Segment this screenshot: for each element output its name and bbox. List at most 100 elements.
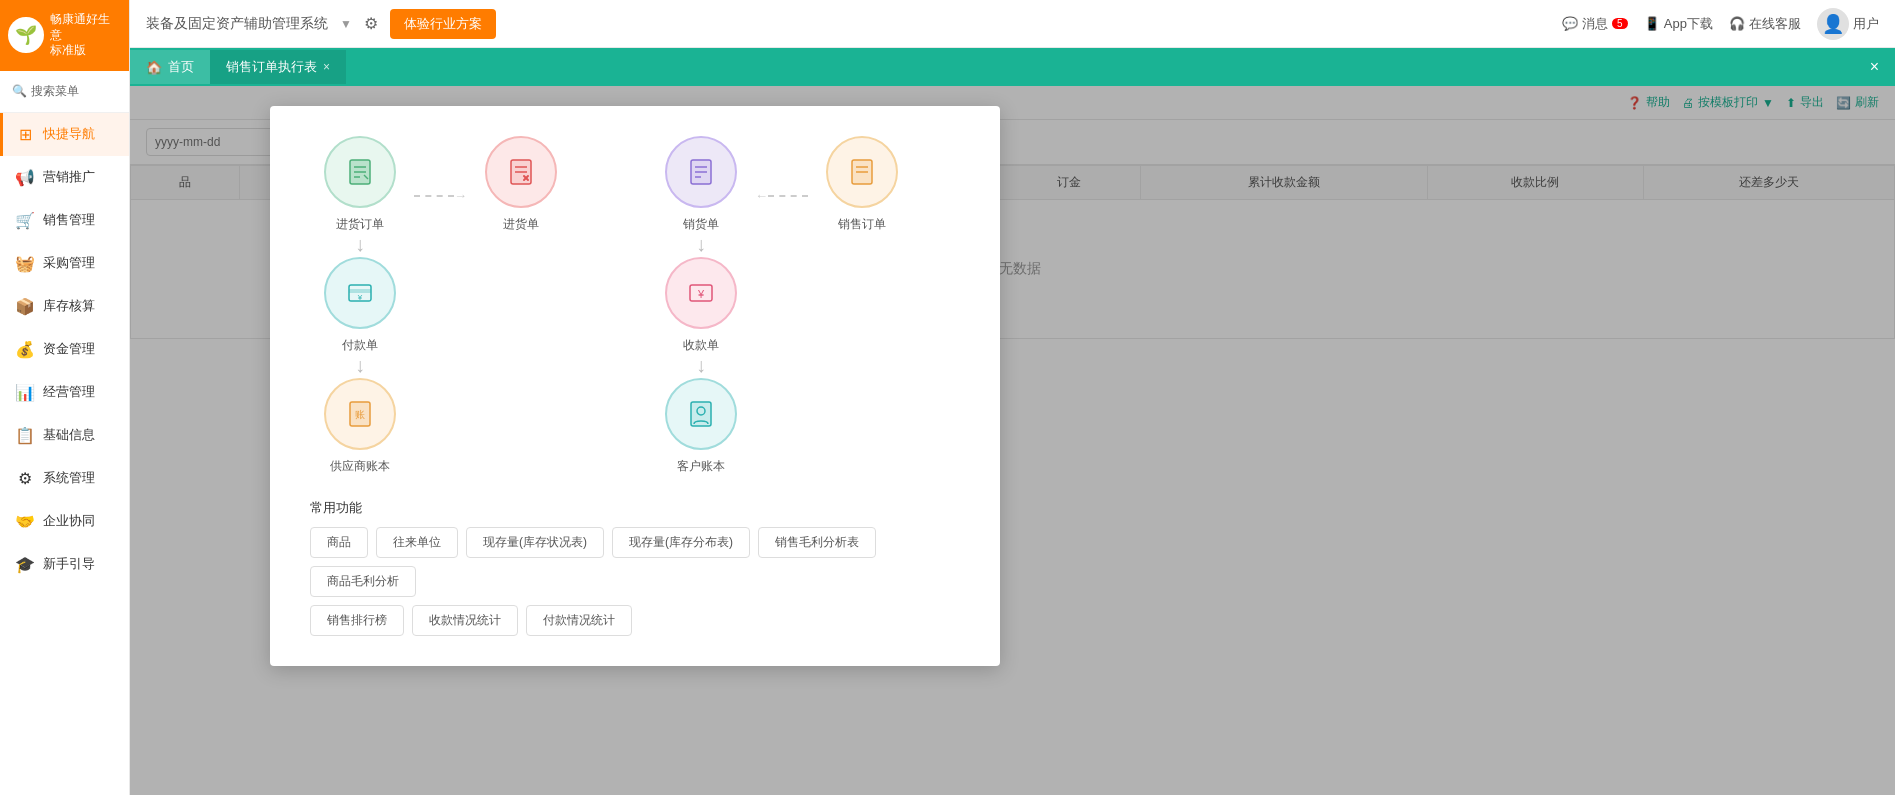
sidebar-item-purchase[interactable]: 🧺 采购管理: [0, 242, 129, 285]
mobile-icon: 📱: [1644, 16, 1660, 31]
sidebar-search[interactable]: 🔍 搜索菜单: [0, 71, 129, 113]
common-btn-sales-rank[interactable]: 销售排行榜: [310, 605, 404, 636]
sidebar-item-operations[interactable]: 📊 经营管理: [0, 371, 129, 414]
common-btn-product-profit[interactable]: 商品毛利分析: [310, 566, 416, 597]
purchase-icon: 🧺: [15, 254, 35, 273]
sidebar-item-quick-nav[interactable]: ⊞ 快捷导航: [0, 113, 129, 156]
svg-text:账: 账: [355, 409, 365, 420]
system-name: 装备及固定资产辅助管理系统: [146, 15, 328, 33]
left-flow: 进货订单 ↓: [310, 136, 410, 475]
guide-icon: 🎓: [15, 555, 35, 574]
receipt-icon: ¥: [685, 277, 717, 309]
message-icon: 💬: [1562, 16, 1578, 31]
search-icon: 🔍: [12, 84, 27, 98]
right-flow: 销售订单: [812, 136, 912, 233]
sidebar-item-enterprise[interactable]: 🤝 企业协同: [0, 500, 129, 543]
settings-icon[interactable]: ⚙: [364, 14, 378, 33]
search-menu-button[interactable]: 🔍 搜索菜单: [8, 79, 121, 104]
system-icon: ⚙: [15, 469, 35, 488]
online-service-item[interactable]: 🎧 在线客服: [1729, 15, 1801, 33]
common-btn-partner[interactable]: 往来单位: [376, 527, 458, 558]
common-btn-stock-status[interactable]: 现存量(库存状况表): [466, 527, 604, 558]
common-title: 常用功能: [310, 499, 960, 517]
supplier-label: 供应商账本: [330, 458, 390, 475]
home-icon: 🏠: [146, 60, 162, 75]
common-btn-product[interactable]: 商品: [310, 527, 368, 558]
modal-content: 进货订单 ↓: [270, 106, 1000, 666]
tab-sales-order[interactable]: 销售订单执行表 ×: [210, 50, 346, 84]
tab-close-icon[interactable]: ×: [323, 60, 330, 74]
page-area: ❓ 帮助 🖨 按模板打印 ▼ ⬆ 导出 🔄 刷新: [130, 86, 1895, 795]
sale-order-node[interactable]: 销售订单: [812, 136, 912, 233]
sidebar-nav: ⊞ 快捷导航 📢 营销推广 🛒 销售管理 🧺 采购管理 📦 库存核算 💰: [0, 113, 129, 795]
inventory-icon: 📦: [15, 297, 35, 316]
supplier-icon: 账: [344, 398, 376, 430]
customer-account-node[interactable]: 客户账本: [651, 378, 751, 475]
sidebar: 🌱 畅康通好生意 标准版 🔍 搜索菜单 ⊞ 快捷导航 📢 营销推广 🛒: [0, 0, 130, 795]
sale-order-label: 销售订单: [838, 216, 886, 233]
sidebar-item-finance[interactable]: 💰 资金管理: [0, 328, 129, 371]
finance-icon: 💰: [15, 340, 35, 359]
common-btn-receipt-stats[interactable]: 收款情况统计: [412, 605, 518, 636]
common-btn-stock-dist[interactable]: 现存量(库存分布表): [612, 527, 750, 558]
logo-icon: 🌱: [8, 17, 44, 53]
sidebar-item-sales[interactable]: 🛒 销售管理: [0, 199, 129, 242]
message-badge: 5: [1612, 18, 1628, 29]
avatar: 👤: [1817, 8, 1849, 40]
sale-bill-icon: [685, 156, 717, 188]
sidebar-item-guide[interactable]: 🎓 新手引导: [0, 543, 129, 586]
app-download-item[interactable]: 📱 App下载: [1644, 15, 1713, 33]
customer-label: 客户账本: [677, 458, 725, 475]
tab-bar: 🏠 首页 销售订单执行表 × ×: [130, 48, 1895, 86]
common-btn-sales-profit[interactable]: 销售毛利分析表: [758, 527, 876, 558]
h-arrow-2: ←: [751, 136, 812, 203]
payment-icon: ¥: [344, 277, 376, 309]
purchase-order-icon: [344, 156, 376, 188]
payment-circle: ¥: [324, 257, 396, 329]
common-btn-payment-stats[interactable]: 付款情况统计: [526, 605, 632, 636]
logo-text: 畅康通好生意 标准版: [50, 12, 121, 59]
sidebar-item-basic-info[interactable]: 📋 基础信息: [0, 414, 129, 457]
flow-modal: 进货订单 ↓: [270, 106, 1000, 666]
sale-bill-circle: [665, 136, 737, 208]
mid-right-flow: 销货单 ↓: [651, 136, 751, 475]
tab-home[interactable]: 🏠 首页: [130, 50, 210, 84]
svg-text:¥: ¥: [357, 293, 363, 302]
sale-bill-node[interactable]: 销货单: [651, 136, 751, 233]
h-arrow-1: →: [410, 136, 471, 203]
sidebar-item-system[interactable]: ⚙ 系统管理: [0, 457, 129, 500]
purchase-order-circle: [324, 136, 396, 208]
common-section: 常用功能 商品 往来单位 现存量(库存状况表) 现存量(库存分布表) 销售毛利分…: [310, 499, 960, 636]
topbar-dropdown-icon[interactable]: ▼: [340, 17, 352, 31]
service-icon: 🎧: [1729, 16, 1745, 31]
user-item[interactable]: 👤 用户: [1817, 8, 1879, 40]
sale-order-circle: [826, 136, 898, 208]
receipt-bill-node[interactable]: ¥ 收款单: [651, 257, 751, 354]
topbar-right: 💬 消息 5 📱 App下载 🎧 在线客服 👤 用户: [1562, 8, 1879, 40]
experience-btn[interactable]: 体验行业方案: [390, 9, 496, 39]
enterprise-icon: 🤝: [15, 512, 35, 531]
purchase-order-node[interactable]: 进货订单: [310, 136, 410, 233]
sale-bill-label: 销货单: [683, 216, 719, 233]
sidebar-item-marketing[interactable]: 📢 营销推广: [0, 156, 129, 199]
payment-label: 付款单: [342, 337, 378, 354]
mid-left-flow: 进货单: [471, 136, 571, 349]
tab-bar-close-icon[interactable]: ×: [1854, 50, 1895, 84]
purchase-bill-node[interactable]: 进货单: [471, 136, 571, 233]
payment-bill-node[interactable]: ¥ 付款单: [310, 257, 410, 354]
topbar: 装备及固定资产辅助管理系统 ▼ ⚙ 体验行业方案 💬 消息 5 📱 App下载 …: [130, 0, 1895, 48]
sidebar-item-inventory[interactable]: 📦 库存核算: [0, 285, 129, 328]
customer-circle: [665, 378, 737, 450]
modal-overlay[interactable]: 进货订单 ↓: [130, 86, 1895, 795]
arrow-down-3: ↓: [651, 233, 751, 257]
supplier-account-node[interactable]: 账 供应商账本: [310, 378, 410, 475]
purchase-bill-icon: [505, 156, 537, 188]
arrow-down-4: ↓: [651, 354, 751, 378]
supplier-circle: 账: [324, 378, 396, 450]
message-item[interactable]: 💬 消息 5: [1562, 15, 1628, 33]
flow-diagram: 进货订单 ↓: [310, 136, 960, 475]
sidebar-logo: 🌱 畅康通好生意 标准版: [0, 0, 129, 71]
purchase-bill-circle: [485, 136, 557, 208]
sales-icon: 🛒: [15, 211, 35, 230]
receipt-circle: ¥: [665, 257, 737, 329]
